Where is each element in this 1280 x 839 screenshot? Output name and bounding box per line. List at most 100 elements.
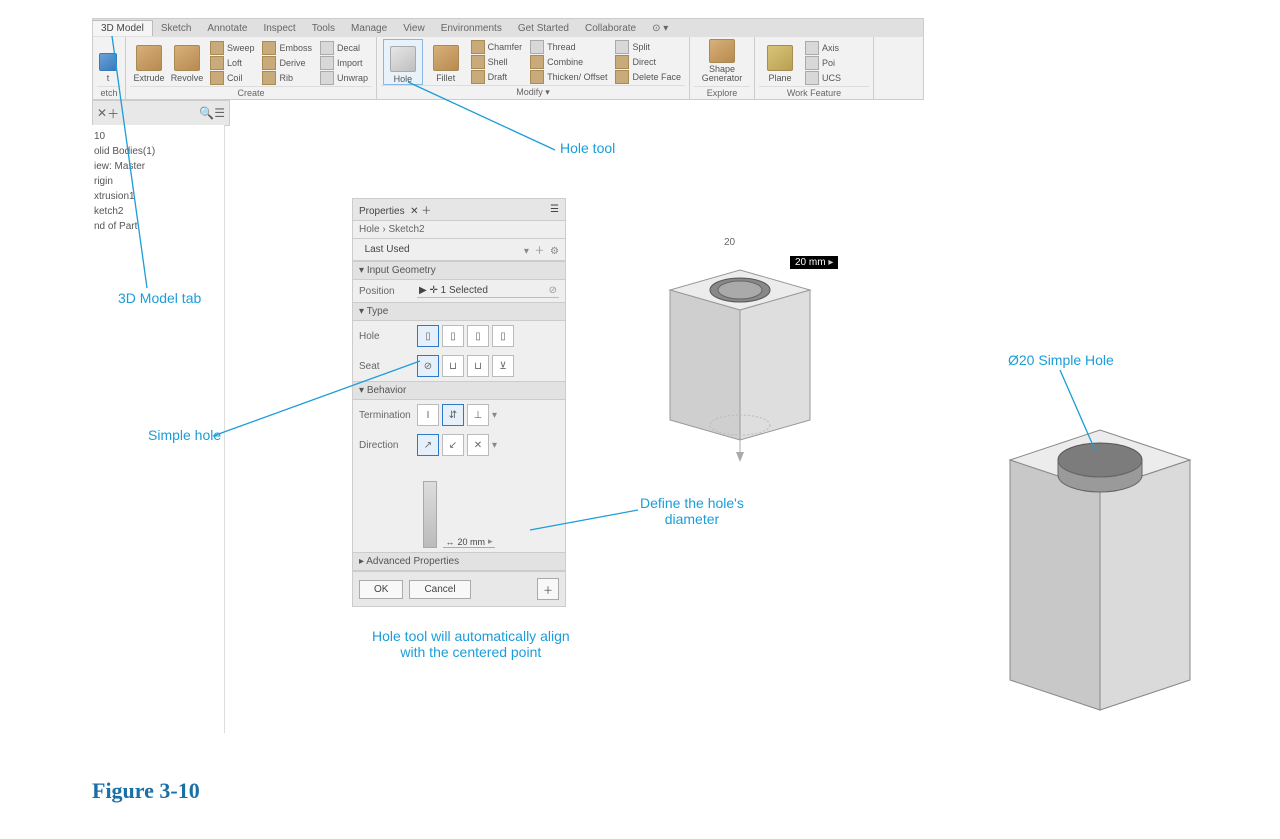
menu-icon[interactable]: ☰: [214, 106, 225, 120]
search-icon[interactable]: 🔍: [199, 106, 214, 120]
tab-tools[interactable]: Tools: [304, 21, 343, 36]
sketch-icon: [99, 53, 117, 71]
termination-distance[interactable]: I: [417, 404, 439, 426]
close-icon[interactable]: ✕: [97, 106, 107, 120]
emboss-icon: [262, 41, 276, 55]
tab-annotate[interactable]: Annotate: [199, 21, 255, 36]
seat-none[interactable]: ⊘: [417, 355, 439, 377]
direction-sym[interactable]: ✕: [467, 434, 489, 456]
panel-menu-icon[interactable]: ☰: [550, 204, 559, 215]
plane-icon: [767, 45, 793, 71]
hole-type-label: Hole: [359, 331, 411, 342]
fillet-icon: [433, 45, 459, 71]
plane-button[interactable]: Plane: [761, 39, 799, 83]
direction-flip[interactable]: ↙: [442, 434, 464, 456]
termination-through[interactable]: ⇵: [442, 404, 464, 426]
tab-sketch[interactable]: Sketch: [153, 21, 200, 36]
seat-counterbore[interactable]: ⊔: [442, 355, 464, 377]
rib-button[interactable]: Rib: [262, 70, 312, 85]
fillet-button[interactable]: Fillet: [427, 39, 465, 83]
emboss-button[interactable]: Emboss: [262, 40, 312, 55]
chamfer-button[interactable]: Chamfer: [471, 40, 523, 55]
import-button[interactable]: Import: [320, 55, 368, 70]
panel-create-title: Create: [130, 86, 372, 99]
tab-overflow-icon[interactable]: ⊙ ▾: [644, 21, 676, 36]
revolve-button[interactable]: Revolve: [170, 39, 204, 83]
shell-button[interactable]: Shell: [471, 55, 523, 70]
extrude-button[interactable]: Extrude: [132, 39, 166, 83]
browser-item[interactable]: 10: [94, 129, 222, 144]
panel-work-title: Work Feature: [759, 86, 869, 99]
hole-type-simple[interactable]: ▯: [417, 325, 439, 347]
derive-button[interactable]: Derive: [262, 55, 312, 70]
hole-type-clearance[interactable]: ▯: [442, 325, 464, 347]
point-icon: [805, 56, 819, 70]
section-input-geometry[interactable]: ▾ Input Geometry: [353, 261, 565, 280]
tab-environments[interactable]: Environments: [433, 21, 510, 36]
apply-button[interactable]: ＋: [537, 578, 559, 600]
unwrap-button[interactable]: Unwrap: [320, 70, 368, 85]
sketch-label: t: [107, 73, 110, 83]
section-type[interactable]: ▾ Type: [353, 302, 565, 321]
browser-item[interactable]: iew: Master: [94, 159, 222, 174]
browser-item[interactable]: ketch2: [94, 204, 222, 219]
tab-manage[interactable]: Manage: [343, 21, 395, 36]
browser-item[interactable]: olid Bodies(1): [94, 144, 222, 159]
section-behavior[interactable]: ▾ Behavior: [353, 381, 565, 400]
hole-button[interactable]: Hole: [383, 39, 423, 85]
browser-item[interactable]: nd of Part: [94, 219, 222, 234]
browser-item[interactable]: rigin: [94, 174, 222, 189]
seat-label: Seat: [359, 361, 411, 372]
tab-inspect[interactable]: Inspect: [255, 21, 303, 36]
sweep-button[interactable]: Sweep: [210, 40, 255, 55]
derive-icon: [262, 56, 276, 70]
section-advanced[interactable]: ▸ Advanced Properties: [353, 552, 565, 571]
figure-caption: Figure 3-10: [92, 778, 200, 804]
sketch-button[interactable]: t: [99, 39, 117, 83]
axis-icon: [805, 41, 819, 55]
direction-default[interactable]: ↗: [417, 434, 439, 456]
draft-button[interactable]: Draft: [471, 70, 523, 85]
extrude-icon: [136, 45, 162, 71]
browser-item[interactable]: xtrusion1: [94, 189, 222, 204]
seat-spotface[interactable]: ⊔: [467, 355, 489, 377]
top-dimension: 20: [724, 237, 735, 248]
ucs-button[interactable]: UCS: [805, 70, 841, 85]
tab-3d-model[interactable]: 3D Model: [93, 20, 153, 36]
ok-button[interactable]: OK: [359, 580, 403, 599]
shape-generator-button[interactable]: Shape Generator: [697, 39, 747, 83]
split-button[interactable]: Split: [615, 40, 681, 55]
properties-title: Properties: [359, 206, 405, 217]
position-value[interactable]: ▶ ✛ 1 Selected ⊘: [417, 284, 559, 298]
deleteface-button[interactable]: Delete Face: [615, 70, 681, 85]
shape-generator-icon: [709, 39, 735, 63]
add-icon[interactable]: ＋: [107, 105, 119, 122]
combine-icon: [530, 55, 544, 69]
decal-button[interactable]: Decal: [320, 40, 368, 55]
hole-type-taper[interactable]: ▯: [492, 325, 514, 347]
thread-button[interactable]: Thread: [530, 40, 607, 55]
cancel-button[interactable]: Cancel: [409, 580, 470, 599]
dimension-tag[interactable]: 20 mm ▸: [790, 256, 838, 269]
point-button[interactable]: Poi: [805, 55, 841, 70]
ribbon-tabs: 3D Model Sketch Annotate Inspect Tools M…: [93, 19, 923, 37]
axis-button[interactable]: Axis: [805, 40, 841, 55]
diameter-input[interactable]: ↔ 20 mm ▸: [443, 536, 494, 548]
tab-get-started[interactable]: Get Started: [510, 21, 577, 36]
termination-to[interactable]: ⊥: [467, 404, 489, 426]
tab-view[interactable]: View: [395, 21, 433, 36]
chamfer-icon: [471, 40, 485, 54]
thicken-button[interactable]: Thicken/ Offset: [530, 70, 607, 85]
direction-label: Direction: [359, 440, 411, 451]
seat-countersink[interactable]: ⊻: [492, 355, 514, 377]
combine-button[interactable]: Combine: [530, 55, 607, 70]
direct-button[interactable]: Direct: [615, 55, 681, 70]
loft-button[interactable]: Loft: [210, 55, 255, 70]
tab-collaborate[interactable]: Collaborate: [577, 21, 644, 36]
unwrap-icon: [320, 71, 334, 85]
fillet-label: Fillet: [436, 73, 455, 83]
callout-hole-tool: Hole tool: [560, 140, 615, 156]
coil-button[interactable]: Coil: [210, 70, 255, 85]
hole-type-tapped[interactable]: ▯: [467, 325, 489, 347]
preset-name[interactable]: Last Used: [365, 244, 410, 255]
